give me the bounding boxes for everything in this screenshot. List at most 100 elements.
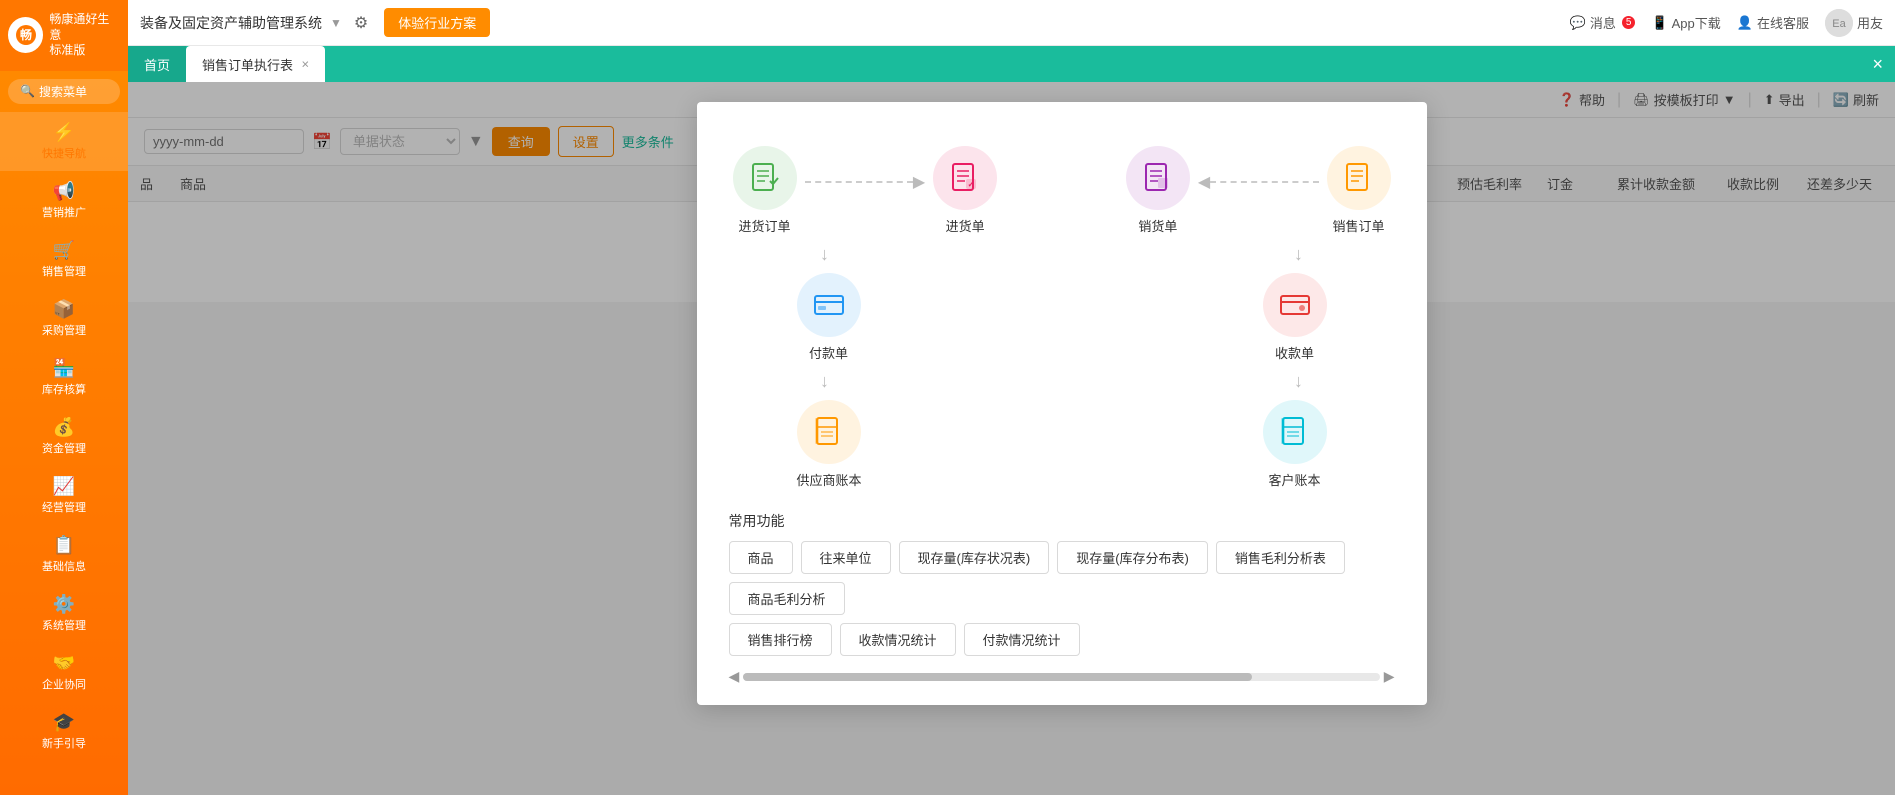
sidebar-item-marketing[interactable]: 📢 营销推广	[0, 171, 128, 230]
tab-sales-label: 销售订单执行表	[202, 55, 293, 74]
settings-icon[interactable]: ⚙	[354, 13, 368, 33]
purchase-order-circle	[733, 146, 797, 210]
flow-node-sales-order[interactable]: 销售订单	[1323, 136, 1395, 245]
flow-node-receipt[interactable]: 收款单	[1259, 263, 1331, 372]
sidebar-item-label: 销售管理	[42, 263, 86, 279]
user-name: 用友	[1857, 13, 1883, 32]
sidebar-item-label: 系统管理	[42, 617, 86, 633]
scroll-right-btn[interactable]: ▶	[1384, 668, 1395, 685]
download-icon: 📱	[1651, 15, 1667, 31]
sidebar-item-label: 基础信息	[42, 558, 86, 574]
supplier-ledger-label: 供应商账本	[797, 470, 862, 489]
main-content: ❓ 帮助 | 🖨 按模板打印 ▼ | ⬆ 导出 | 🔄 刷新 📅	[128, 82, 1895, 795]
spacer2	[857, 245, 1267, 263]
sidebar-item-enterprise[interactable]: 🤝 企业协同	[0, 643, 128, 702]
online-service-label: 在线客服	[1757, 13, 1809, 32]
scroll-left-btn[interactable]: ◀	[729, 668, 740, 685]
sidebar-item-system[interactable]: ⚙️ 系统管理	[0, 584, 128, 643]
func-btn-sales-profit-analysis[interactable]: 销售毛利分析表	[1216, 541, 1345, 574]
flow-node-customer-ledger[interactable]: 客户账本	[1259, 390, 1331, 499]
spacer4	[857, 372, 1267, 390]
message-btn[interactable]: 💬 消息 5	[1570, 13, 1636, 32]
purchase-bill-circle: ✓	[933, 146, 997, 210]
tab-sales-order-exec[interactable]: 销售订单执行表 ×	[186, 46, 325, 82]
customer-ledger-label: 客户账本	[1268, 470, 1320, 489]
flow-node-payment[interactable]: 付款单	[793, 263, 865, 372]
purchase-icon: 📦	[53, 299, 75, 320]
func-btn-sales-ranking[interactable]: 销售排行榜	[729, 623, 832, 656]
func-btn-receipt-stats[interactable]: 收款情况统计	[840, 623, 956, 656]
tabs-bar: 首页 销售订单执行表 × ×	[128, 46, 1895, 82]
app-download-label: App下载	[1672, 13, 1721, 32]
spacer-left	[729, 245, 793, 263]
sales-icon: 🛒	[53, 240, 75, 261]
online-service-btn[interactable]: 👤 在线客服	[1737, 13, 1809, 32]
sidebar-item-label: 快捷导航	[42, 145, 86, 161]
app-download-btn[interactable]: 📱 App下载	[1651, 13, 1720, 32]
sales-order-label: 销售订单	[1333, 216, 1385, 235]
sidebar-logo: 畅 畅康通好生意 标准版	[0, 0, 128, 71]
func-btn-product[interactable]: 商品	[729, 541, 793, 574]
svg-text:✓: ✓	[968, 180, 975, 189]
logo-text: 畅康通好生意 标准版	[49, 12, 120, 59]
receipt-circle	[1263, 273, 1327, 337]
sidebar-item-label: 营销推广	[42, 204, 86, 220]
header-dropdown-icon[interactable]: ▼	[330, 16, 342, 30]
func-btn-counterpart[interactable]: 往来单位	[801, 541, 891, 574]
sidebar-item-purchase[interactable]: 📦 采购管理	[0, 289, 128, 348]
sidebar-item-management[interactable]: 📈 经营管理	[0, 466, 128, 525]
flow-node-supplier-ledger[interactable]: 供应商账本	[793, 390, 866, 499]
func-btn-product-profit[interactable]: 商品毛利分析	[729, 582, 845, 615]
scroll-thumb	[743, 673, 1252, 681]
user-menu[interactable]: Ea 用友	[1825, 9, 1883, 37]
supplier-ledger-circle	[797, 400, 861, 464]
message-badge: 5	[1622, 16, 1636, 29]
sidebar-nav: ⚡ 快捷导航 📢 营销推广 🛒 销售管理 📦 采购管理 🏪 库存核算 💰 资金管…	[0, 112, 128, 795]
search-icon: 🔍	[20, 84, 35, 98]
sidebar-item-quick-nav[interactable]: ⚡ 快捷导航	[0, 112, 128, 171]
sidebar-item-finance[interactable]: 💰 资金管理	[0, 407, 128, 466]
tabs-close-all-btn[interactable]: ×	[1860, 46, 1895, 82]
base-info-icon: 📋	[53, 535, 75, 556]
func-btn-inventory-status[interactable]: 现存量(库存状况表)	[899, 541, 1050, 574]
experience-btn[interactable]: 体验行业方案	[384, 8, 490, 37]
flow-node-sales-bill[interactable]: 销货单	[1122, 136, 1194, 245]
common-funcs: 常用功能 商品 往来单位 现存量(库存状况表) 现存量(库存分布表) 销售毛利分…	[729, 511, 1395, 685]
sidebar-item-label: 经营管理	[42, 499, 86, 515]
sidebar-item-label: 库存核算	[42, 381, 86, 397]
sidebar-item-beginner[interactable]: 🎓 新手引导	[0, 702, 128, 761]
sales-bill-circle	[1126, 146, 1190, 210]
marketing-icon: 📢	[53, 181, 75, 202]
func-btn-inventory-dist[interactable]: 现存量(库存分布表)	[1057, 541, 1208, 574]
inventory-icon: 🏪	[53, 358, 75, 379]
arrow-po-to-pb: ▶	[805, 172, 926, 192]
spacer-l3	[729, 372, 793, 390]
sales-order-circle	[1327, 146, 1391, 210]
search-menu[interactable]: 🔍 搜索菜单	[8, 79, 120, 104]
purchase-order-label: 进货订单	[738, 216, 790, 235]
arrow-pay-down: ↓	[793, 372, 857, 390]
beginner-icon: 🎓	[53, 712, 75, 733]
scroll-track[interactable]	[743, 673, 1379, 681]
sidebar: 畅 畅康通好生意 标准版 🔍 搜索菜单 ⚡ 快捷导航 📢 营销推广 🛒 销售管理…	[0, 0, 128, 795]
flow-node-purchase-bill[interactable]: ✓ 进货单	[929, 136, 1001, 245]
enterprise-icon: 🤝	[53, 653, 75, 674]
flow-node-purchase-order[interactable]: 进货订单	[729, 136, 801, 245]
sidebar-item-base-info[interactable]: 📋 基础信息	[0, 525, 128, 584]
finance-icon: 💰	[53, 417, 75, 438]
sidebar-item-label: 采购管理	[42, 322, 86, 338]
tab-home[interactable]: 首页	[128, 46, 186, 82]
receipt-label: 收款单	[1275, 343, 1314, 362]
customer-ledger-circle	[1263, 400, 1327, 464]
sidebar-item-label: 资金管理	[42, 440, 86, 456]
func-buttons-row2: 销售排行榜 收款情况统计 付款情况统计	[729, 623, 1395, 656]
payment-circle	[797, 273, 861, 337]
sidebar-item-inventory[interactable]: 🏪 库存核算	[0, 348, 128, 407]
tab-close-btn[interactable]: ×	[301, 57, 309, 72]
service-icon: 👤	[1737, 15, 1753, 31]
common-funcs-title: 常用功能	[729, 511, 1395, 531]
func-btn-payment-stats[interactable]: 付款情况统计	[964, 623, 1080, 656]
flow-row1: 进货订单 ▶ ✓ 进货单	[729, 136, 1395, 245]
sidebar-item-sales[interactable]: 🛒 销售管理	[0, 230, 128, 289]
quick-nav-icon: ⚡	[53, 122, 75, 143]
